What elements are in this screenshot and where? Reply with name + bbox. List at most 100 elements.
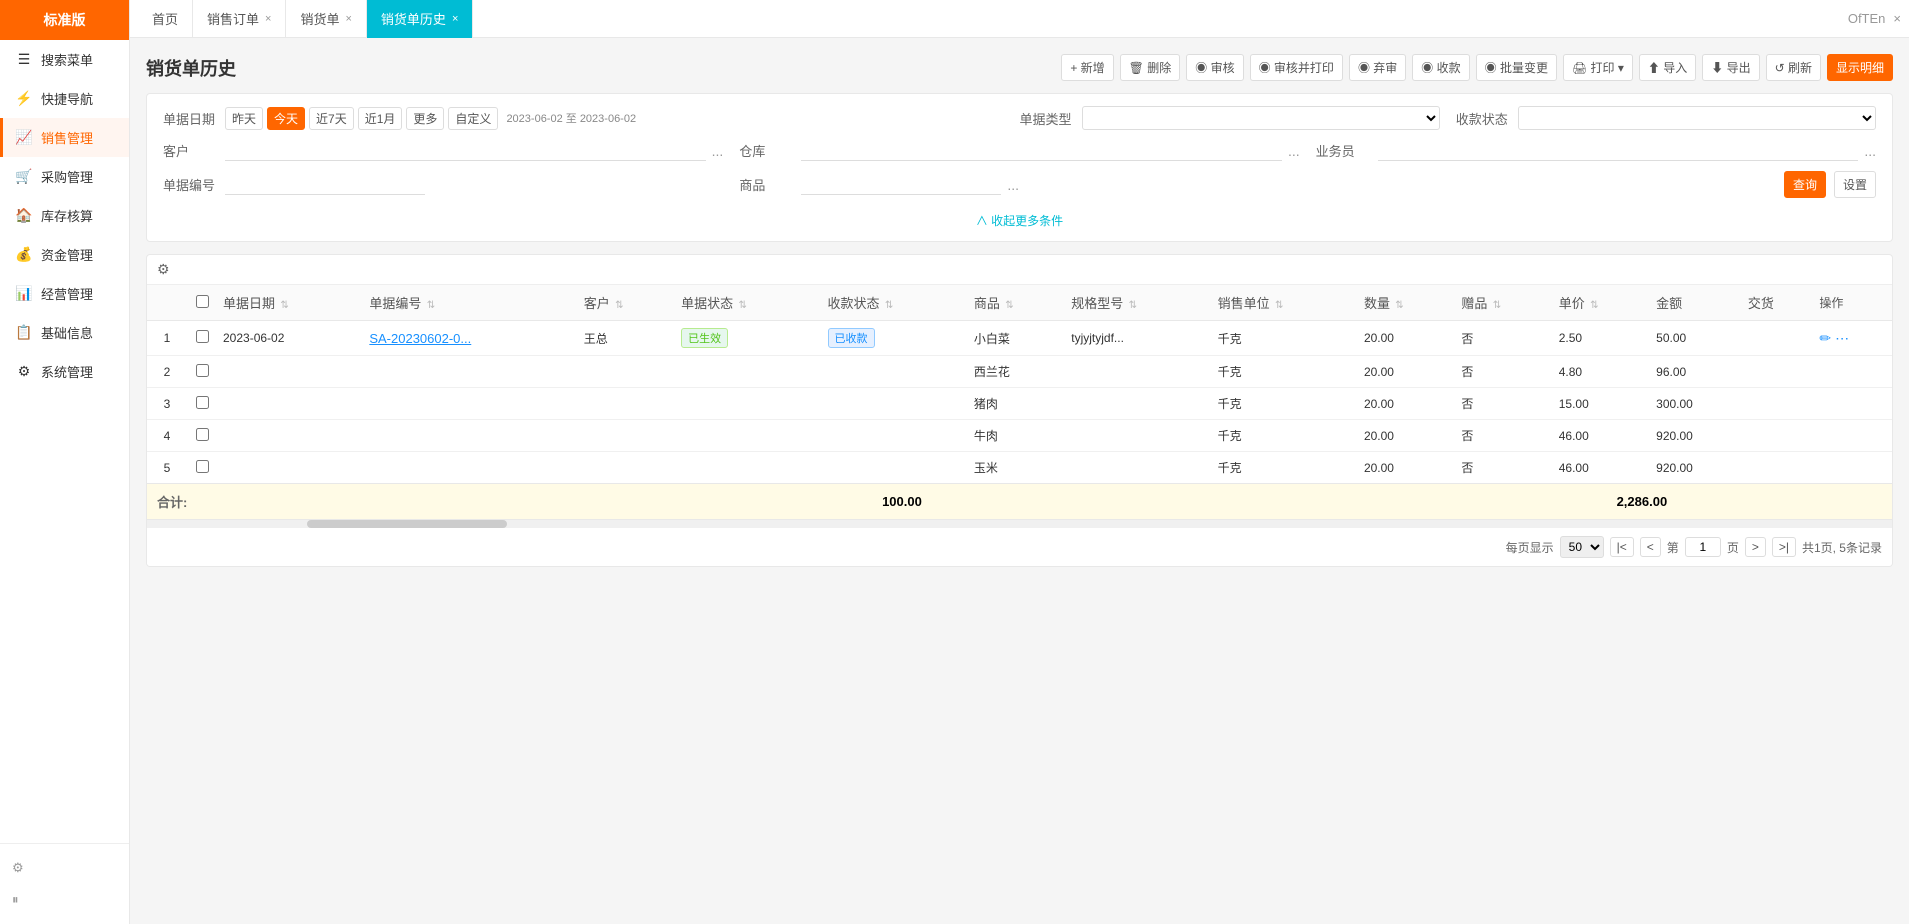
sidebar-item-sys-mgmt[interactable]: ⚙ 系统管理	[0, 352, 129, 391]
filter-date-field: 单据日期 昨天 今天 近7天 近1月 更多 自定义 2023-06-02 至 2…	[163, 107, 1004, 130]
cell-action: ✏ ⋯	[1813, 321, 1892, 356]
tabbar-close-icon[interactable]: ×	[1893, 11, 1901, 26]
th-qty[interactable]: 数量 ⇅	[1358, 285, 1455, 321]
date-btn-yesterday[interactable]: 昨天	[225, 107, 263, 130]
goods-input[interactable]	[801, 174, 1001, 195]
sidebar-item-inventory[interactable]: 🏠 库存核算	[0, 196, 129, 235]
tab-sales-history[interactable]: 销货单历史 ×	[367, 0, 473, 38]
scrollbar-thumb[interactable]	[307, 520, 507, 528]
tab-sales-delivery[interactable]: 销货单 ×	[286, 0, 366, 38]
btn-print[interactable]: 🖨 打印 ▾	[1563, 54, 1633, 81]
customer-dots-btn[interactable]: ...	[712, 143, 724, 159]
cell-checkbox[interactable]	[187, 321, 217, 356]
th-customer[interactable]: 客户 ⇅	[578, 285, 675, 321]
th-amount[interactable]: 金额	[1650, 285, 1742, 321]
date-btn-7days[interactable]: 近7天	[309, 107, 354, 130]
filter-doctype-field: 单据类型	[1020, 106, 1440, 130]
page-size-select[interactable]: 50	[1560, 536, 1604, 558]
tabbar-right: OfTEn ×	[1848, 11, 1901, 26]
btn-new[interactable]: + 新增	[1061, 54, 1113, 81]
btn-query[interactable]: 查询	[1784, 171, 1826, 198]
warehouse-input[interactable]	[801, 140, 1282, 161]
business-dots-btn[interactable]: ...	[1864, 143, 1876, 159]
sidebar-pause-btn[interactable]: ⏸	[0, 884, 129, 916]
cell-gift: 否	[1455, 356, 1552, 388]
scrollbar-track[interactable]	[147, 519, 1892, 527]
btn-collect[interactable]: ◉ 收款	[1412, 54, 1469, 81]
quick-nav-icon: ⚡	[15, 90, 33, 107]
cell-date	[217, 452, 363, 484]
th-unit[interactable]: 销售单位 ⇅	[1212, 285, 1358, 321]
page-first-btn[interactable]: |<	[1610, 537, 1634, 557]
table-settings-icon[interactable]: ⚙	[157, 261, 170, 278]
goods-dots-btn[interactable]: ...	[1007, 177, 1019, 193]
cell-spec	[1065, 452, 1211, 484]
btn-export[interactable]: ⬇ 导出	[1702, 54, 1759, 81]
th-price[interactable]: 单价 ⇅	[1553, 285, 1650, 321]
sidebar-item-sales-mgmt[interactable]: 📈 销售管理	[0, 118, 129, 157]
page-next-btn[interactable]: >	[1745, 537, 1766, 557]
collapse-btn[interactable]: ∧ 收起更多条件	[163, 208, 1876, 229]
sidebar-item-quick-nav[interactable]: ⚡ 快捷导航	[0, 79, 129, 118]
page-number-input[interactable]	[1685, 537, 1721, 557]
btn-abandon[interactable]: ◉ 弃审	[1349, 54, 1406, 81]
th-gift[interactable]: 赠品 ⇅	[1455, 285, 1552, 321]
tab-sales-order[interactable]: 销售订单 ×	[193, 0, 286, 38]
collect-status-select[interactable]	[1518, 106, 1876, 130]
row-checkbox[interactable]	[196, 364, 209, 377]
cell-checkbox[interactable]	[187, 420, 217, 452]
page-last-btn[interactable]: >|	[1772, 537, 1796, 557]
btn-audit-print[interactable]: ◉ 审核并打印	[1250, 54, 1343, 81]
doc-type-select[interactable]	[1082, 106, 1440, 130]
cell-checkbox[interactable]	[187, 356, 217, 388]
warehouse-dots-btn[interactable]: ...	[1288, 143, 1300, 159]
btn-refresh[interactable]: ↺ 刷新	[1766, 54, 1821, 81]
th-docno[interactable]: 单据编号 ⇅	[363, 285, 577, 321]
btn-import[interactable]: ⬆ 导入	[1639, 54, 1696, 81]
tab-sales-order-close[interactable]: ×	[265, 13, 271, 25]
docno-link[interactable]: SA-20230602-0...	[369, 331, 471, 346]
cell-checkbox[interactable]	[187, 452, 217, 484]
cell-qty: 20.00	[1358, 321, 1455, 356]
sidebar-item-finance-mgmt[interactable]: 💰 资金管理	[0, 235, 129, 274]
cell-trade	[1742, 356, 1814, 388]
sidebar-settings-btn[interactable]: ⚙	[0, 852, 129, 884]
th-doc-status[interactable]: 单据状态 ⇅	[675, 285, 821, 321]
btn-delete[interactable]: 🗑 删除	[1120, 54, 1181, 81]
row-checkbox[interactable]	[196, 428, 209, 441]
sidebar-item-label: 采购管理	[41, 167, 93, 186]
business-input[interactable]	[1378, 140, 1859, 161]
date-btn-more[interactable]: 更多	[406, 107, 444, 130]
sort-collect-status-icon: ⇅	[885, 300, 893, 311]
page-prev-btn[interactable]: <	[1640, 537, 1661, 557]
row-checkbox[interactable]	[196, 330, 209, 343]
sidebar-item-basic-info[interactable]: 📋 基础信息	[0, 313, 129, 352]
th-collect-status[interactable]: 收款状态 ⇅	[822, 285, 968, 321]
th-spec[interactable]: 规格型号 ⇅	[1065, 285, 1211, 321]
docno-input[interactable]	[225, 174, 425, 195]
th-goods[interactable]: 商品 ⇅	[968, 285, 1065, 321]
more-icon[interactable]: ⋯	[1835, 330, 1849, 347]
sidebar-item-purchase-mgmt[interactable]: 🛒 采购管理	[0, 157, 129, 196]
row-checkbox[interactable]	[196, 460, 209, 473]
tab-home[interactable]: 首页	[138, 0, 193, 38]
row-checkbox[interactable]	[196, 396, 209, 409]
btn-batch-change[interactable]: ◉ 批量变更	[1476, 54, 1557, 81]
edit-icon[interactable]: ✏	[1819, 330, 1831, 347]
btn-show-detail[interactable]: 显示明细	[1827, 54, 1893, 81]
date-btn-1month[interactable]: 近1月	[358, 107, 403, 130]
tab-sales-delivery-close[interactable]: ×	[345, 13, 351, 25]
th-date[interactable]: 单据日期 ⇅	[217, 285, 363, 321]
sidebar-item-search-menu[interactable]: ☰ 搜索菜单	[0, 40, 129, 79]
date-range-text: 2023-06-02 至 2023-06-02	[506, 110, 636, 126]
sidebar-item-operation-mgmt[interactable]: 📊 经营管理	[0, 274, 129, 313]
customer-input[interactable]	[225, 140, 706, 161]
btn-audit[interactable]: ◉ 审核	[1186, 54, 1243, 81]
tab-sales-history-close[interactable]: ×	[452, 13, 458, 25]
cell-checkbox[interactable]	[187, 388, 217, 420]
date-btn-today[interactable]: 今天	[267, 107, 305, 130]
select-all-checkbox[interactable]	[196, 295, 209, 308]
th-trade[interactable]: 交货	[1742, 285, 1814, 321]
btn-settings[interactable]: 设置	[1834, 171, 1876, 198]
date-btn-custom[interactable]: 自定义	[448, 107, 498, 130]
